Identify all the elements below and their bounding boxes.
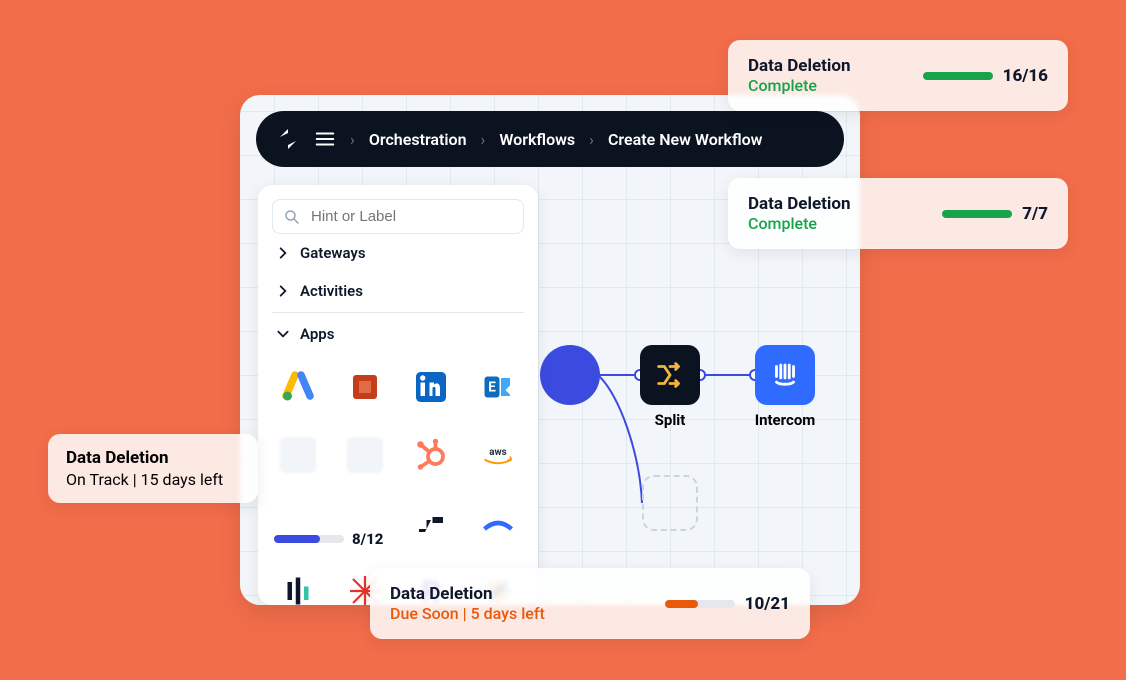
app-faded[interactable] <box>339 429 391 481</box>
status-count: 7/7 <box>1022 204 1048 224</box>
split-icon <box>653 358 687 392</box>
status-title: Data Deletion <box>390 584 545 604</box>
search-icon <box>283 208 301 226</box>
app-generic-3[interactable] <box>272 565 324 605</box>
chevron-right-icon <box>276 246 290 260</box>
app-linkedin[interactable] <box>405 361 457 413</box>
status-count: 16/16 <box>1003 66 1048 86</box>
status-count: 10/21 <box>745 594 790 614</box>
aws-icon: aws <box>480 437 516 473</box>
exchange-blue-icon: E <box>480 369 516 405</box>
status-subtitle: Complete <box>748 76 851 95</box>
status-subtitle: On Track | 15 days left <box>66 470 223 489</box>
app-icon <box>480 505 516 541</box>
split-node[interactable] <box>640 345 700 405</box>
progress-count: 8/12 <box>352 530 383 548</box>
app-google-ads[interactable] <box>272 361 324 413</box>
generic-app-icon <box>280 437 316 473</box>
hubspot-icon <box>413 437 449 473</box>
intercom-node[interactable] <box>755 345 815 405</box>
chevron-down-icon <box>276 327 290 341</box>
svg-text:E: E <box>488 380 496 396</box>
status-card-complete-1: Data Deletion Complete 16/16 <box>728 40 1068 111</box>
app-exchange-red[interactable] <box>339 361 391 413</box>
divider <box>272 312 524 313</box>
status-title: Data Deletion <box>748 194 851 214</box>
section-activities[interactable]: Activities <box>272 272 524 310</box>
bars-icon <box>280 573 316 605</box>
section-apps[interactable]: Apps <box>272 315 524 353</box>
sidebar-panel: Gateways Activities Apps <box>258 185 538 605</box>
empty-drop-target[interactable] <box>642 475 698 531</box>
app-generic-1[interactable] <box>405 497 457 549</box>
app-window: › Orchestration › Workflows › Create New… <box>240 95 860 605</box>
search-input-wrapper[interactable] <box>272 199 524 234</box>
chevron-right-icon <box>276 284 290 298</box>
status-title: Data Deletion <box>748 56 851 76</box>
intercom-icon <box>768 358 802 392</box>
section-label: Activities <box>300 282 363 300</box>
status-subtitle: Due Soon | 5 days left <box>390 604 545 623</box>
exchange-icon <box>347 369 383 405</box>
intercom-node-label: Intercom <box>740 411 830 429</box>
section-gateways[interactable]: Gateways <box>272 234 524 272</box>
app-exchange[interactable]: E <box>472 361 524 413</box>
linkedin-icon <box>413 369 449 405</box>
status-card-due: Data Deletion Due Soon | 5 days left 10/… <box>370 568 810 639</box>
section-label: Gateways <box>300 244 366 262</box>
split-node-label: Split <box>640 411 700 429</box>
status-card-ontrack: Data Deletion On Track | 15 days left <box>48 434 258 503</box>
status-title: Data Deletion <box>66 448 169 468</box>
generic-app-icon <box>347 437 383 473</box>
app-aws[interactable]: aws <box>472 429 524 481</box>
google-ads-icon <box>280 369 316 405</box>
search-input[interactable] <box>309 207 513 226</box>
app-icon <box>413 505 449 541</box>
status-card-complete-2: Data Deletion Complete 7/7 <box>728 178 1068 249</box>
app-faded[interactable] <box>272 429 324 481</box>
sidebar-progress: 8/12 <box>272 529 391 549</box>
start-node[interactable] <box>540 345 600 405</box>
status-subtitle: Complete <box>748 214 851 233</box>
app-hubspot[interactable] <box>405 429 457 481</box>
app-generic-2[interactable] <box>472 497 524 549</box>
svg-text:aws: aws <box>489 447 506 458</box>
section-label: Apps <box>300 325 334 343</box>
